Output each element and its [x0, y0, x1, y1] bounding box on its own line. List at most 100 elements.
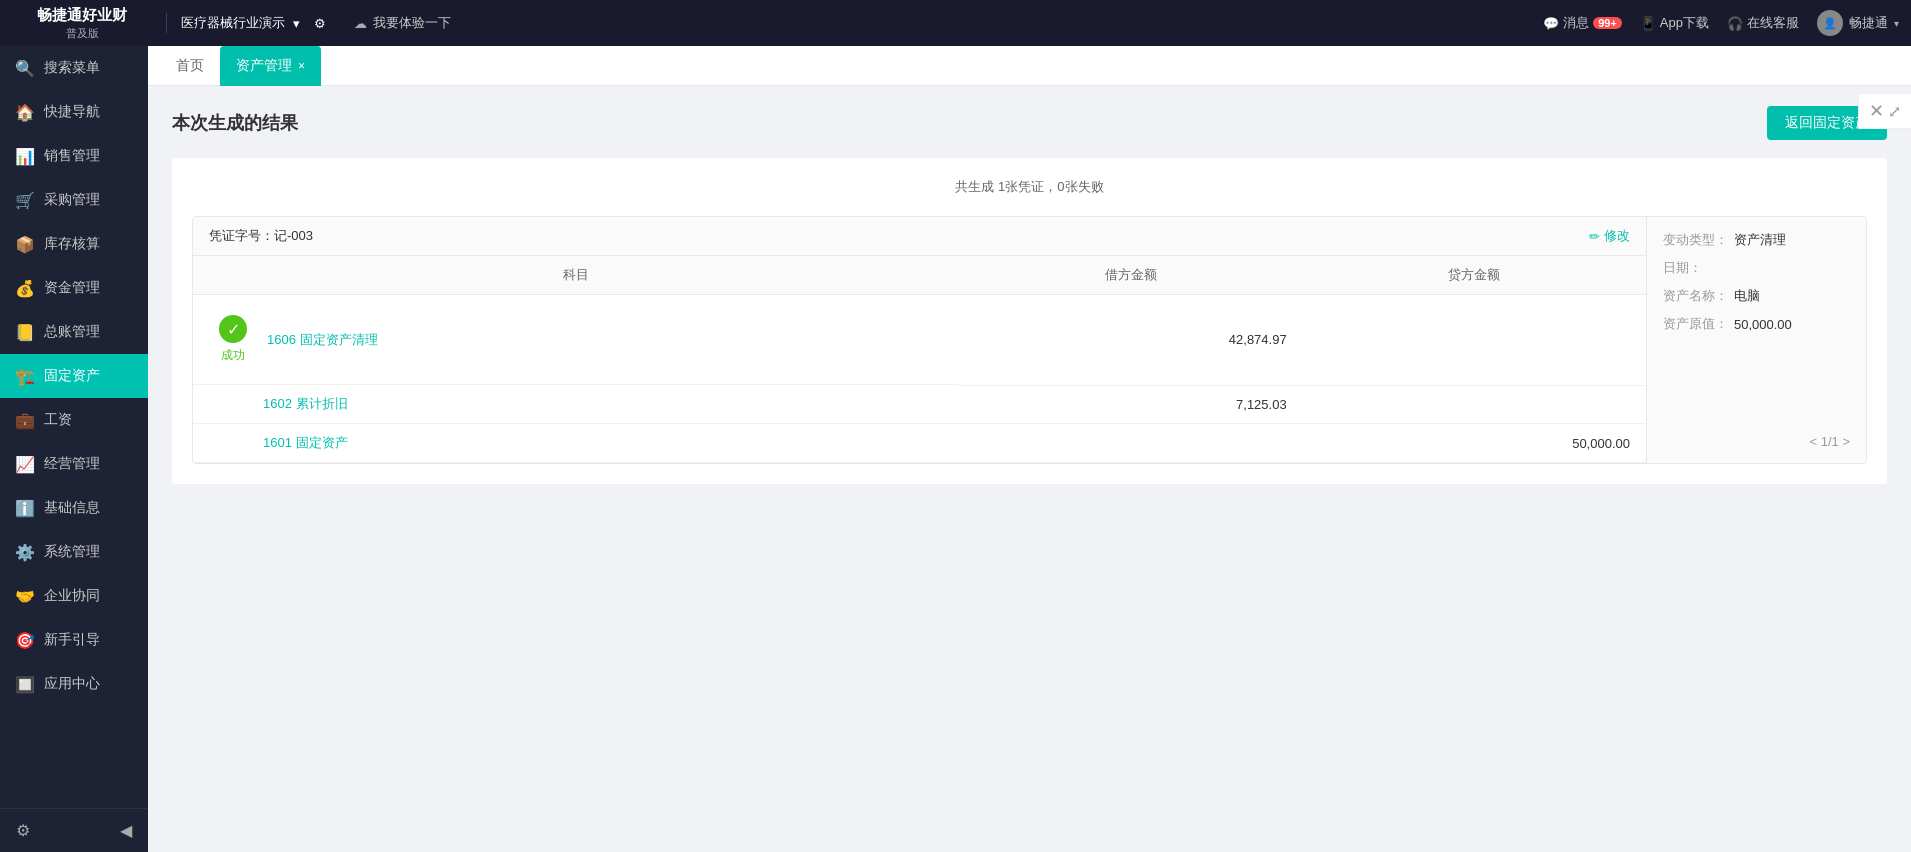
- sidebar-label-inventory: 库存核算: [44, 235, 100, 253]
- date-label: 日期：: [1663, 259, 1702, 277]
- sidebar-item-finance[interactable]: 💰 资金管理: [0, 266, 148, 310]
- voucher-table: 科目 借方金额 贷方金额 ✓ 成: [193, 256, 1646, 463]
- guide-icon: 🎯: [16, 631, 34, 649]
- success-status: ✓ 成功: [209, 305, 257, 374]
- notifications-item[interactable]: 💬 消息 99+: [1543, 14, 1622, 32]
- sidebar-item-operations[interactable]: 📈 经营管理: [0, 442, 148, 486]
- voucher-card: 凭证字号： 记-003 ✏ 修改: [192, 216, 1867, 464]
- top-bar-right: 💬 消息 99+ 📱 App下载 🎧 在线客服 👤 畅捷通 ▾: [1543, 10, 1899, 36]
- top-bar: 畅捷通好业财 普及版 医疗器械行业演示 ▾ ⚙ ☁ 我要体验一下 💬 消息 99…: [0, 0, 1911, 46]
- sidebar-item-system[interactable]: ⚙️ 系统管理: [0, 530, 148, 574]
- sidebar-label-payroll: 工资: [44, 411, 72, 429]
- panel-controls: ✕ ⤢: [1858, 94, 1911, 129]
- change-type-value: 资产清理: [1734, 231, 1786, 249]
- notifications-label: 消息: [1563, 14, 1589, 32]
- fixed-assets-icon: 🏗️: [16, 367, 34, 385]
- row2-debit: 7,125.03: [959, 385, 1302, 424]
- row3-debit: [959, 424, 1302, 463]
- sidebar-item-inventory[interactable]: 📦 库存核算: [0, 222, 148, 266]
- row1-subject: 1606 固定资产清理: [267, 331, 378, 349]
- tab-home[interactable]: 首页: [160, 46, 220, 86]
- sidebar-label-purchase: 采购管理: [44, 191, 100, 209]
- change-type-label: 变动类型：: [1663, 231, 1728, 249]
- sidebar-item-apps[interactable]: 🔲 应用中心: [0, 662, 148, 706]
- expand-panel-button[interactable]: ⤢: [1888, 102, 1901, 121]
- pagination[interactable]: < 1/1 >: [1663, 424, 1850, 449]
- payroll-icon: 💼: [16, 411, 34, 429]
- message-icon: 💬: [1543, 16, 1559, 31]
- sidebar-label-quick-nav: 快捷导航: [44, 103, 100, 121]
- logo-title: 畅捷通好业财: [37, 6, 127, 25]
- original-value-label: 资产原值：: [1663, 315, 1728, 333]
- inventory-icon: 📦: [16, 235, 34, 253]
- sidebar-label-sales: 销售管理: [44, 147, 100, 165]
- pagination-prev[interactable]: <: [1810, 434, 1818, 449]
- experience-area[interactable]: ☁ 我要体验一下: [354, 14, 451, 32]
- app-download-label: App下载: [1660, 14, 1709, 32]
- content-area: 首页 资产管理 × 本次生成的结果 返回固定资产 共生成 1张凭证，0张失败: [148, 46, 1911, 852]
- sidebar-item-quick-nav[interactable]: 🏠 快捷导航: [0, 90, 148, 134]
- chevron-down-icon: ▾: [1894, 18, 1899, 29]
- row3-subject: 1601 固定资产: [263, 435, 348, 450]
- notifications-badge: 99+: [1593, 17, 1622, 29]
- row3-subject-cell: 1601 固定资产: [193, 424, 959, 463]
- logo-subtitle: 普及版: [66, 26, 99, 41]
- collapse-icon[interactable]: ◀: [120, 821, 132, 840]
- col-subject: 科目: [193, 256, 959, 295]
- sidebar-item-search[interactable]: 🔍 搜索菜单: [0, 46, 148, 90]
- experience-label[interactable]: 我要体验一下: [373, 14, 451, 32]
- sidebar-label-basic-info: 基础信息: [44, 499, 100, 517]
- tab-close-icon[interactable]: ×: [298, 59, 305, 73]
- sidebar-footer: ⚙ ◀: [0, 808, 148, 852]
- row2-credit: [1303, 385, 1646, 424]
- close-panel-button[interactable]: ✕: [1869, 100, 1884, 122]
- table-row: 1601 固定资产 50,000.00: [193, 424, 1646, 463]
- sidebar-item-purchase[interactable]: 🛒 采购管理: [0, 178, 148, 222]
- page-content: 本次生成的结果 返回固定资产 共生成 1张凭证，0张失败 凭证字号： 记-003: [148, 86, 1911, 852]
- user-area[interactable]: 👤 畅捷通 ▾: [1817, 10, 1899, 36]
- sidebar-label-finance: 资金管理: [44, 279, 100, 297]
- row1-subject-cell: ✓ 成功 1606 固定资产清理: [193, 295, 959, 385]
- sidebar-label-apps: 应用中心: [44, 675, 100, 693]
- sidebar-label-system: 系统管理: [44, 543, 100, 561]
- sidebar-item-ledger[interactable]: 📒 总账管理: [0, 310, 148, 354]
- col-credit: 贷方金额: [1303, 256, 1646, 295]
- gear-icon[interactable]: ⚙: [314, 16, 326, 31]
- page-header: 本次生成的结果 返回固定资产: [172, 106, 1887, 140]
- sidebar-item-fixed-assets[interactable]: 🏗️ 固定资产: [0, 354, 148, 398]
- row3-credit: 50,000.00: [1303, 424, 1646, 463]
- table-row: 1602 累计折旧 7,125.03: [193, 385, 1646, 424]
- company-selector[interactable]: 医疗器械行业演示 ▾ ⚙: [181, 14, 326, 32]
- sidebar-item-sales[interactable]: 📊 销售管理: [0, 134, 148, 178]
- tab-asset-management-label: 资产管理: [236, 57, 292, 75]
- result-box: 共生成 1张凭证，0张失败 凭证字号： 记-003 ✏ 修改: [172, 158, 1887, 484]
- col-debit: 借方金额: [959, 256, 1302, 295]
- cooperation-icon: 🤝: [16, 587, 34, 605]
- user-name: 畅捷通: [1849, 14, 1888, 32]
- sidebar-label-guide: 新手引导: [44, 631, 100, 649]
- page-title: 本次生成的结果: [172, 111, 298, 135]
- info-icon: ℹ️: [16, 499, 34, 517]
- finance-icon: 💰: [16, 279, 34, 297]
- pagination-next[interactable]: >: [1842, 434, 1850, 449]
- voucher-edit-button[interactable]: ✏ 修改: [1589, 227, 1630, 245]
- search-icon: 🔍: [16, 59, 34, 77]
- tab-asset-management[interactable]: 资产管理 ×: [220, 46, 321, 86]
- row1-debit: 42,874.97: [959, 295, 1302, 386]
- online-service-item[interactable]: 🎧 在线客服: [1727, 14, 1799, 32]
- edit-label: 修改: [1604, 227, 1630, 245]
- sidebar-item-basic-info[interactable]: ℹ️ 基础信息: [0, 486, 148, 530]
- sidebar-item-guide[interactable]: 🎯 新手引导: [0, 618, 148, 662]
- sidebar-label-cooperation: 企业协同: [44, 587, 100, 605]
- settings-footer-icon[interactable]: ⚙: [16, 821, 30, 840]
- company-name: 医疗器械行业演示: [181, 14, 285, 32]
- sidebar-scroll: 🔍 搜索菜单 🏠 快捷导航 📊 销售管理 🛒 采购管理 📦 库存核算 💰: [0, 46, 148, 808]
- app-download-item[interactable]: 📱 App下载: [1640, 14, 1709, 32]
- sidebar-label-search: 搜索菜单: [44, 59, 100, 77]
- logo-area: 畅捷通好业财 普及版: [12, 6, 152, 41]
- sidebar-item-payroll[interactable]: 💼 工资: [0, 398, 148, 442]
- voucher-number-area: 凭证字号： 记-003: [209, 227, 313, 245]
- sidebar-item-cooperation[interactable]: 🤝 企业协同: [0, 574, 148, 618]
- voucher-right-panel: 变动类型： 资产清理 日期： 资产名称： 电脑 资产原值：: [1646, 217, 1866, 463]
- success-text: 成功: [219, 347, 247, 364]
